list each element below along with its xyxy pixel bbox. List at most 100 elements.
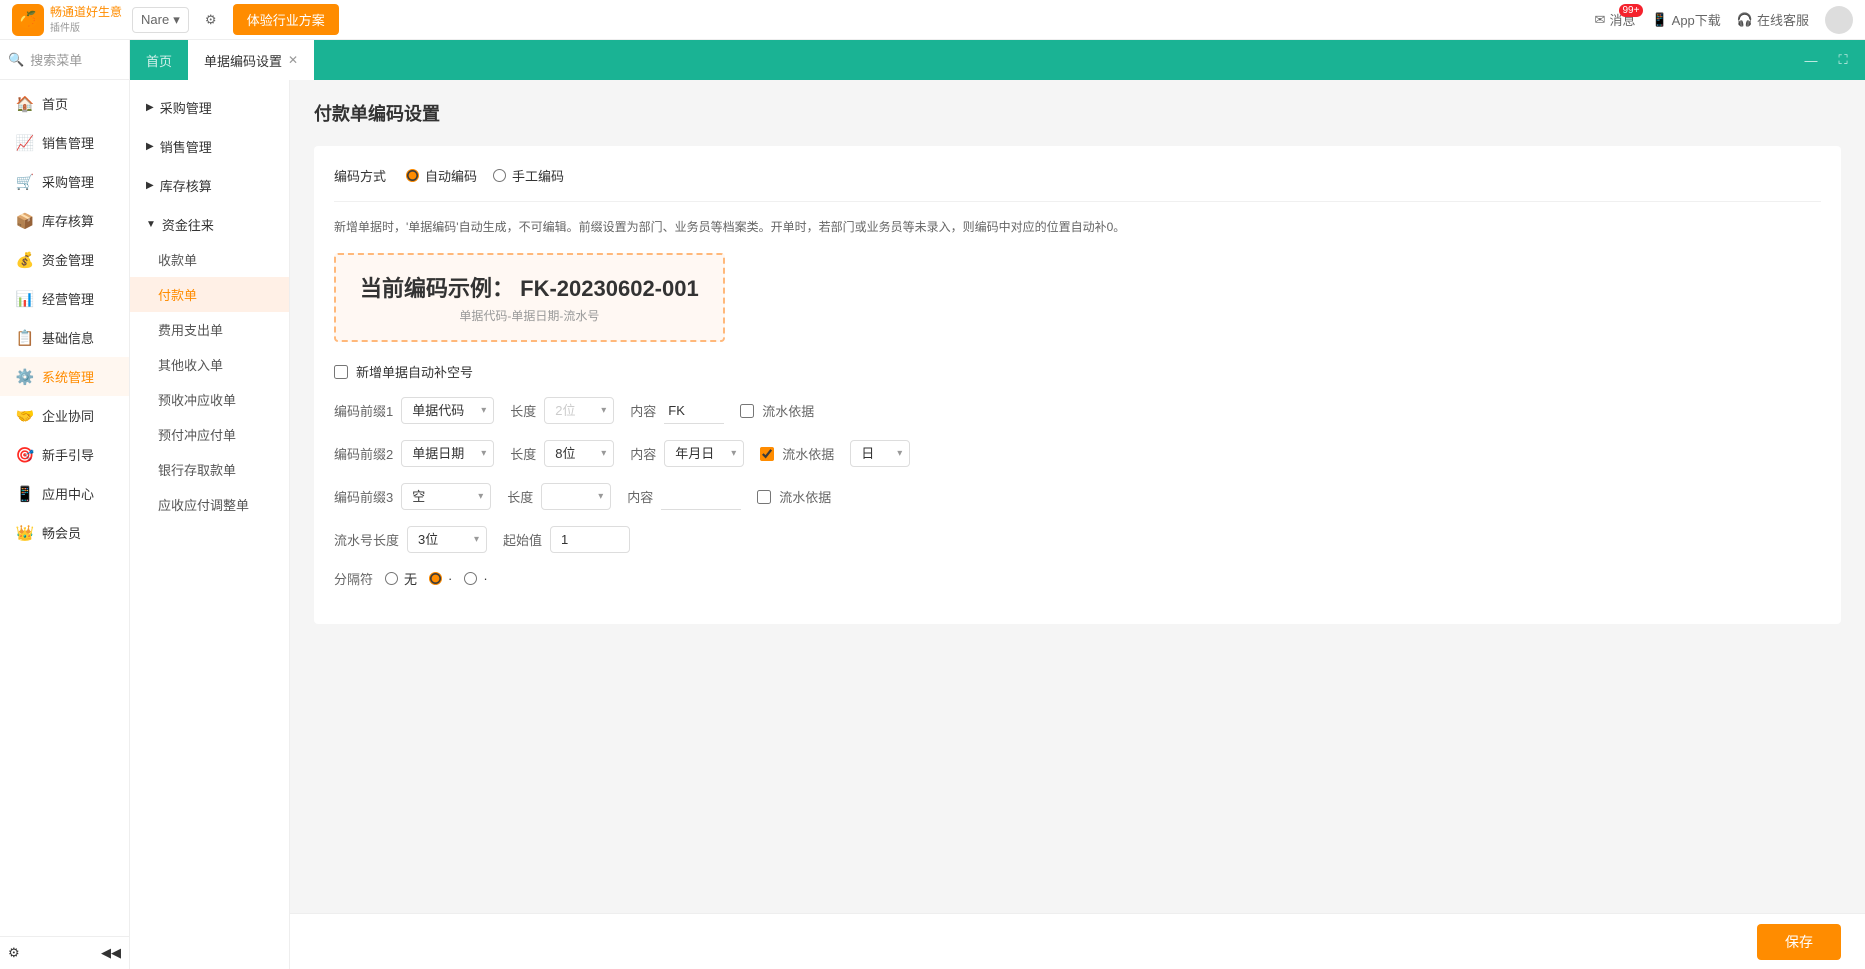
tab-actions: — ⛶ xyxy=(1789,46,1865,74)
separator-dash-radio[interactable] xyxy=(464,572,477,585)
sidebar-item-finance[interactable]: 💰 资金管理 xyxy=(0,240,129,279)
separator-dot-radio[interactable] xyxy=(429,572,442,585)
submenu-header-sales[interactable]: ▶ 销售管理 xyxy=(130,129,289,164)
content1-field: 内容 xyxy=(630,398,724,424)
hint-text: 新增单据时，'单据编码'自动生成，不可编辑。前缀设置为部门、业务员等档案类。开单… xyxy=(334,218,1821,237)
try-button[interactable]: 体验行业方案 xyxy=(233,4,339,35)
separator-none-radio[interactable] xyxy=(385,572,398,585)
sidebar-item-home[interactable]: 🏠 首页 xyxy=(0,84,129,123)
serial-length-select[interactable]: 3位 4位 5位 xyxy=(407,526,487,553)
sidebar-item-member[interactable]: 👑 畅会员 xyxy=(0,513,129,552)
submenu-header-label: 库存核算 xyxy=(160,176,212,195)
finance-icon: 💰 xyxy=(16,251,34,269)
auto-fill-checkbox[interactable] xyxy=(334,365,348,379)
separator-dot-option[interactable]: · xyxy=(429,571,452,586)
operations-icon: 📊 xyxy=(16,290,34,308)
sidebar-item-basic[interactable]: 📋 基础信息 xyxy=(0,318,129,357)
length2-select[interactable]: 8位 xyxy=(544,440,614,467)
submenu-item-prepaid-offset[interactable]: 预付冲应付单 xyxy=(130,417,289,452)
preview-desc: 单据代码-单据日期-流水号 xyxy=(360,307,699,324)
sidebar-search[interactable]: 🔍 搜索菜单 xyxy=(0,40,129,80)
sidebar-item-label: 企业协同 xyxy=(42,406,94,425)
chevron-down-icon: ▼ xyxy=(146,219,156,230)
sidebar-item-sales[interactable]: 📈 销售管理 xyxy=(0,123,129,162)
sidebar-item-label: 经营管理 xyxy=(42,289,94,308)
chevron-right-icon: ▶ xyxy=(146,102,154,113)
sidebar-item-purchase[interactable]: 🛒 采购管理 xyxy=(0,162,129,201)
prefix3-label: 编码前缀3 xyxy=(334,487,393,506)
content2-select[interactable]: 年月日 xyxy=(664,440,744,467)
sidebar-item-system[interactable]: ⚙️ 系统管理 xyxy=(0,357,129,396)
submenu-item-bank[interactable]: 银行存取款单 xyxy=(130,452,289,487)
separator-dash-option[interactable]: · xyxy=(464,571,487,586)
prefix2-select[interactable]: 单据日期 xyxy=(401,440,494,467)
minimize-icon[interactable]: — xyxy=(1797,46,1825,74)
length1-select[interactable]: 2位 xyxy=(544,397,614,424)
sidebar-menu: 🏠 首页 📈 销售管理 🛒 采购管理 📦 库存核算 💰 资金管理 📊 经 xyxy=(0,80,129,936)
sidebar-item-enterprise[interactable]: 🤝 企业协同 xyxy=(0,396,129,435)
app-download-btn[interactable]: 📱 App下载 xyxy=(1651,10,1720,29)
maximize-icon[interactable]: ⛶ xyxy=(1829,46,1857,74)
sidebar-item-inventory[interactable]: 📦 库存核算 xyxy=(0,201,129,240)
settings-bottom-icon[interactable]: ⚙ xyxy=(8,945,20,961)
apps-icon: 📱 xyxy=(16,485,34,503)
submenu-item-expense[interactable]: 费用支出单 xyxy=(130,312,289,347)
top-bar-nav: Nare ▾ ⚙ 体验行业方案 xyxy=(132,4,339,35)
submenu-item-receipt[interactable]: 收款单 xyxy=(130,242,289,277)
chevron-down-icon: ▾ xyxy=(173,12,180,28)
auto-encode-option[interactable]: 自动编码 xyxy=(406,166,477,185)
sidebar-item-operations[interactable]: 📊 经营管理 xyxy=(0,279,129,318)
manual-encode-option[interactable]: 手工编码 xyxy=(493,166,564,185)
preview-label: 当前编码示例： xyxy=(360,276,514,301)
prefix1-label: 编码前缀1 xyxy=(334,401,393,420)
manual-encode-radio[interactable] xyxy=(493,169,506,182)
serial-length-row: 流水号长度 3位 4位 5位 ▾ xyxy=(334,526,1821,553)
serial3-label: 流水依据 xyxy=(779,487,831,506)
tab-serial-setting[interactable]: 单据编码设置 ✕ xyxy=(188,40,314,80)
serial3-checkbox[interactable] xyxy=(757,490,771,504)
submenu-header-inventory[interactable]: ▶ 库存核算 xyxy=(130,168,289,203)
serial1-label: 流水依据 xyxy=(762,401,814,420)
length3-select-wrapper: ▾ xyxy=(541,483,611,510)
collapse-icon[interactable]: ◀◀ xyxy=(101,945,121,961)
submenu-item-payment[interactable]: 付款单 xyxy=(130,277,289,312)
tab-home[interactable]: 首页 xyxy=(130,40,188,80)
serial-length-field: 流水号长度 3位 4位 5位 ▾ xyxy=(334,526,487,553)
date-unit-select-wrapper: 日 月 年 ▾ xyxy=(850,440,910,467)
submenu-header-purchase[interactable]: ▶ 采购管理 xyxy=(130,90,289,125)
submenu-group-finance: ▼ 资金往来 收款单 付款单 费用支出单 其他收入单 预收冲应收单 预付冲应付单… xyxy=(130,207,289,522)
nav-dropdown[interactable]: Nare ▾ xyxy=(132,7,189,33)
submenu-item-prepay-offset[interactable]: 预收冲应收单 xyxy=(130,382,289,417)
submenu-item-other-income[interactable]: 其他收入单 xyxy=(130,347,289,382)
main-layout: 🔍 搜索菜单 🏠 首页 📈 销售管理 🛒 采购管理 📦 库存核算 💰 xyxy=(0,40,1865,969)
basic-icon: 📋 xyxy=(16,329,34,347)
online-service-btn[interactable]: 🎧 在线客服 xyxy=(1737,10,1809,29)
serial2-checkbox[interactable] xyxy=(760,447,774,461)
prefix3-select[interactable]: 空 xyxy=(401,483,491,510)
auto-encode-radio[interactable] xyxy=(406,169,419,182)
logo-badge: 插件版 xyxy=(50,19,122,34)
tab-close-icon[interactable]: ✕ xyxy=(288,53,298,67)
submenu-item-adjustment[interactable]: 应收应付调整单 xyxy=(130,487,289,522)
system-icon: ⚙️ xyxy=(16,368,34,386)
content2-field: 内容 年月日 ▾ xyxy=(630,440,744,467)
message-btn[interactable]: ✉ 消息 99+ xyxy=(1595,10,1636,29)
length3-select[interactable] xyxy=(541,483,611,510)
submenu-header-finance[interactable]: ▼ 资金往来 xyxy=(130,207,289,242)
prefix1-select[interactable]: 单据代码 xyxy=(401,397,494,424)
nav-text: Nare xyxy=(141,12,169,27)
message-icon: ✉ xyxy=(1595,12,1606,28)
start-value-input[interactable] xyxy=(550,526,630,553)
chevron-right-icon: ▶ xyxy=(146,141,154,152)
serial1-checkbox[interactable] xyxy=(740,404,754,418)
auto-fill-row: 新增单据自动补空号 xyxy=(334,362,1821,381)
auto-fill-label: 新增单据自动补空号 xyxy=(356,362,473,381)
sidebar-item-apps[interactable]: 📱 应用中心 xyxy=(0,474,129,513)
separator-none-option[interactable]: 无 xyxy=(385,569,417,588)
encoding-method-row: 编码方式 自动编码 手工编码 xyxy=(334,166,1821,202)
sidebar-item-guide[interactable]: 🎯 新手引导 xyxy=(0,435,129,474)
avatar[interactable] xyxy=(1825,6,1853,34)
date-unit-select[interactable]: 日 月 年 xyxy=(850,440,910,467)
settings-icon[interactable]: ⚙ xyxy=(197,6,225,34)
save-button[interactable]: 保存 xyxy=(1757,924,1841,960)
